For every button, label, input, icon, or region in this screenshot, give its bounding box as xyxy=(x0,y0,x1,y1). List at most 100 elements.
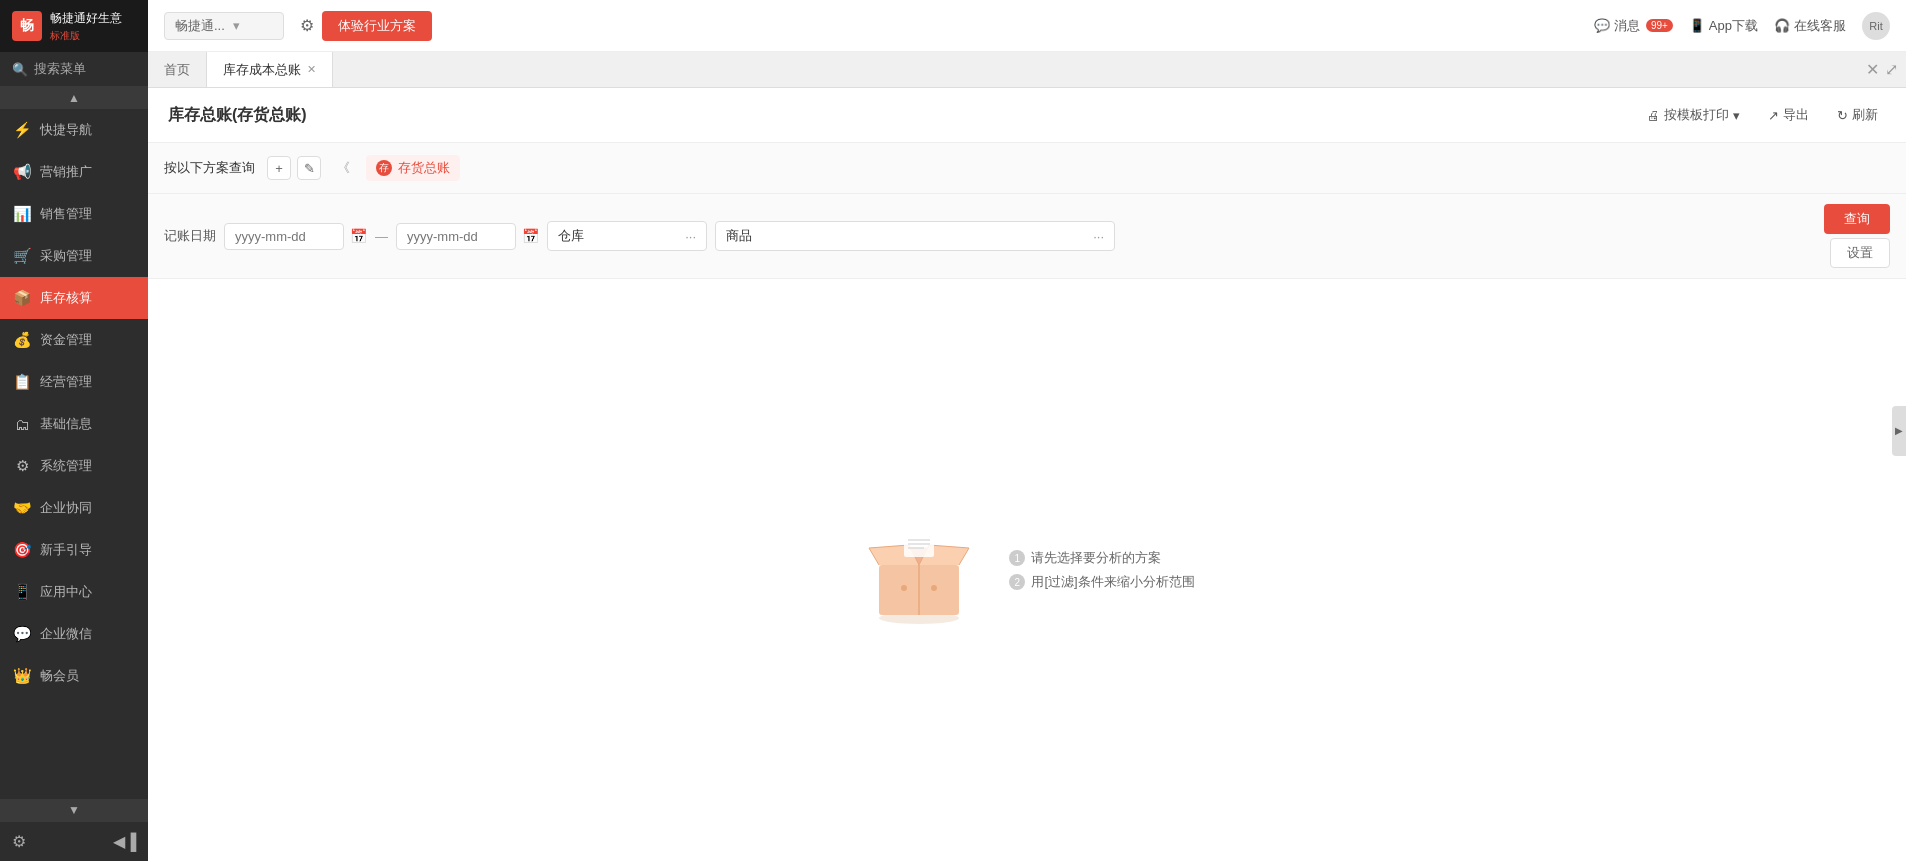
breadcrumb[interactable]: 畅捷通... ▾ xyxy=(164,12,284,40)
warehouse-more-icon: ··· xyxy=(685,229,696,244)
sidebar-nav: ⚡ 快捷导航 📢 营销推广 📊 销售管理 🛒 采购管理 📦 库存核算 💰 资金管… xyxy=(0,109,148,799)
logo-icon: 畅 xyxy=(12,11,42,41)
refresh-icon: ↻ xyxy=(1837,108,1848,123)
industry-btn[interactable]: 体验行业方案 xyxy=(322,11,432,41)
headset-icon: 🎧 xyxy=(1774,18,1790,33)
svg-point-8 xyxy=(931,585,937,591)
panel-close-icon[interactable]: ✕ xyxy=(1866,60,1879,79)
basic-info-icon: 🗂 xyxy=(12,414,32,434)
messages-btn[interactable]: 💬 消息 99+ xyxy=(1594,17,1673,35)
panel-expand-icon[interactable]: ⤢ xyxy=(1885,60,1898,79)
query-btn[interactable]: 查询 xyxy=(1824,204,1890,234)
tab-inventory-cost[interactable]: 库存成本总账 ✕ xyxy=(207,52,333,87)
quick-nav-icon: ⚡ xyxy=(12,120,32,140)
goods-label: 商品 xyxy=(726,227,752,245)
printer-icon: 🖨 xyxy=(1647,108,1660,123)
messages-badge: 99+ xyxy=(1646,19,1673,32)
settings-btn[interactable]: 设置 xyxy=(1830,238,1890,268)
wechat-icon: 💬 xyxy=(12,624,32,644)
online-service-btn[interactable]: 🎧 在线客服 xyxy=(1774,17,1846,35)
filter-add-btn[interactable]: + xyxy=(267,156,291,180)
sidebar-item-funds[interactable]: 💰 资金管理 xyxy=(0,319,148,361)
filter-collapse-btn[interactable]: 《 xyxy=(337,159,350,177)
user-name: Rit xyxy=(1869,20,1882,32)
sidebar-item-system[interactable]: ⚙ 系统管理 xyxy=(0,445,148,487)
svg-point-7 xyxy=(901,585,907,591)
breadcrumb-text: 畅捷通... xyxy=(175,17,225,35)
sidebar-scroll-down[interactable]: ▼ xyxy=(0,799,148,821)
sidebar-item-member[interactable]: 👑 畅会员 xyxy=(0,655,148,697)
sales-icon: 📊 xyxy=(12,204,32,224)
message-icon: 💬 xyxy=(1594,18,1610,33)
app-center-icon: 📱 xyxy=(12,582,32,602)
sidebar-item-quick-nav[interactable]: ⚡ 快捷导航 xyxy=(0,109,148,151)
calendar-start-icon[interactable]: 📅 xyxy=(350,228,367,244)
purchase-icon: 🛒 xyxy=(12,246,32,266)
collapse-icon[interactable]: ◀▐ xyxy=(113,832,136,851)
app-download-btn[interactable]: 📱 App下载 xyxy=(1689,17,1758,35)
page-content: 库存总账(存货总账) 🖨 按模板打印 ▾ ↗ 导出 ↻ 刷新 按以下方案查询 xyxy=(148,88,1906,861)
sidebar-item-guide[interactable]: 🎯 新手引导 xyxy=(0,529,148,571)
sidebar: 畅 畅捷通好生意 标准版 🔍 搜索菜单 ▲ ⚡ 快捷导航 📢 营销推广 📊 销售… xyxy=(0,0,148,861)
hint2-text: 用[过滤]条件来缩小分析范围 xyxy=(1031,573,1194,591)
phone-icon: 📱 xyxy=(1689,18,1705,33)
scheme-icon: 存 xyxy=(376,160,392,176)
date-end-input[interactable] xyxy=(396,223,516,250)
chevron-down-icon: ▾ xyxy=(233,18,240,33)
date-start-input[interactable] xyxy=(224,223,344,250)
refresh-btn[interactable]: ↻ 刷新 xyxy=(1829,102,1886,128)
sidebar-item-app-center[interactable]: 📱 应用中心 xyxy=(0,571,148,613)
query-settings-group: 查询 设置 xyxy=(1822,204,1890,268)
page-actions: 🖨 按模板打印 ▾ ↗ 导出 ↻ 刷新 xyxy=(1639,102,1886,128)
main-area: 畅捷通... ▾ ⚙ 体验行业方案 💬 消息 99+ 📱 App下载 🎧 在线客… xyxy=(148,0,1906,861)
side-panel-btn[interactable]: ▶ xyxy=(1892,406,1906,456)
date-range-group: 📅 — 📅 xyxy=(224,223,539,250)
tab-home[interactable]: 首页 xyxy=(148,52,207,87)
hint1-text: 请先选择要分析的方案 xyxy=(1031,549,1161,567)
filter-label: 按以下方案查询 xyxy=(164,159,255,177)
export-btn[interactable]: ↗ 导出 xyxy=(1760,102,1817,128)
goods-select[interactable]: 商品 ··· xyxy=(715,221,1115,251)
side-panel-toggle[interactable]: ▶ xyxy=(1892,406,1906,456)
settings-icon[interactable]: ⚙ xyxy=(12,832,26,851)
sidebar-item-cooperation[interactable]: 🤝 企业协同 xyxy=(0,487,148,529)
empty-state: 1 请先选择要分析的方案 2 用[过滤]条件来缩小分析范围 xyxy=(148,279,1906,861)
export-icon: ↗ xyxy=(1768,108,1779,123)
empty-inner: 1 请先选择要分析的方案 2 用[过滤]条件来缩小分析范围 xyxy=(859,510,1194,630)
sidebar-item-purchase[interactable]: 🛒 采购管理 xyxy=(0,235,148,277)
export-label: 导出 xyxy=(1783,106,1809,124)
avatar: Rit xyxy=(1862,12,1890,40)
sidebar-item-label: 营销推广 xyxy=(40,163,92,181)
calendar-end-icon[interactable]: 📅 xyxy=(522,228,539,244)
sidebar-item-label: 库存核算 xyxy=(40,289,92,307)
sidebar-item-label: 企业协同 xyxy=(40,499,92,517)
sidebar-item-label: 畅会员 xyxy=(40,667,79,685)
svg-rect-3 xyxy=(904,535,934,557)
sidebar-item-wechat[interactable]: 💬 企业微信 xyxy=(0,613,148,655)
filter-actions: + ✎ xyxy=(267,156,321,180)
sidebar-item-inventory[interactable]: 📦 库存核算 xyxy=(0,277,148,319)
logo-text-block: 畅捷通好生意 标准版 xyxy=(50,10,122,43)
user-info[interactable]: Rit xyxy=(1862,12,1890,40)
sidebar-item-label: 采购管理 xyxy=(40,247,92,265)
sidebar-item-basic-info[interactable]: 🗂 基础信息 xyxy=(0,403,148,445)
topbar: 畅捷通... ▾ ⚙ 体验行业方案 💬 消息 99+ 📱 App下载 🎧 在线客… xyxy=(148,0,1906,52)
sidebar-item-sales[interactable]: 📊 销售管理 xyxy=(0,193,148,235)
filter-edit-btn[interactable]: ✎ xyxy=(297,156,321,180)
step-1-icon: 1 xyxy=(1009,550,1025,566)
warehouse-select[interactable]: 仓库 ··· xyxy=(547,221,707,251)
empty-hint-2: 2 用[过滤]条件来缩小分析范围 xyxy=(1009,573,1194,591)
sidebar-search[interactable]: 🔍 搜索菜单 xyxy=(0,52,148,87)
sidebar-item-business[interactable]: 📋 经营管理 xyxy=(0,361,148,403)
tab-close-icon[interactable]: ✕ xyxy=(307,63,316,76)
business-icon: 📋 xyxy=(12,372,32,392)
cooperation-icon: 🤝 xyxy=(12,498,32,518)
sidebar-item-marketing[interactable]: 📢 营销推广 xyxy=(0,151,148,193)
scheme-item-inventory[interactable]: 存 存货总账 xyxy=(366,155,460,181)
topbar-gear-icon[interactable]: ⚙ xyxy=(300,16,314,35)
empty-hints: 1 请先选择要分析的方案 2 用[过滤]条件来缩小分析范围 xyxy=(1009,543,1194,597)
step-2-icon: 2 xyxy=(1009,574,1025,590)
print-template-btn[interactable]: 🖨 按模板打印 ▾ xyxy=(1639,102,1748,128)
filter-schemes: 存 存货总账 xyxy=(358,155,1890,181)
sidebar-scroll-up[interactable]: ▲ xyxy=(0,87,148,109)
